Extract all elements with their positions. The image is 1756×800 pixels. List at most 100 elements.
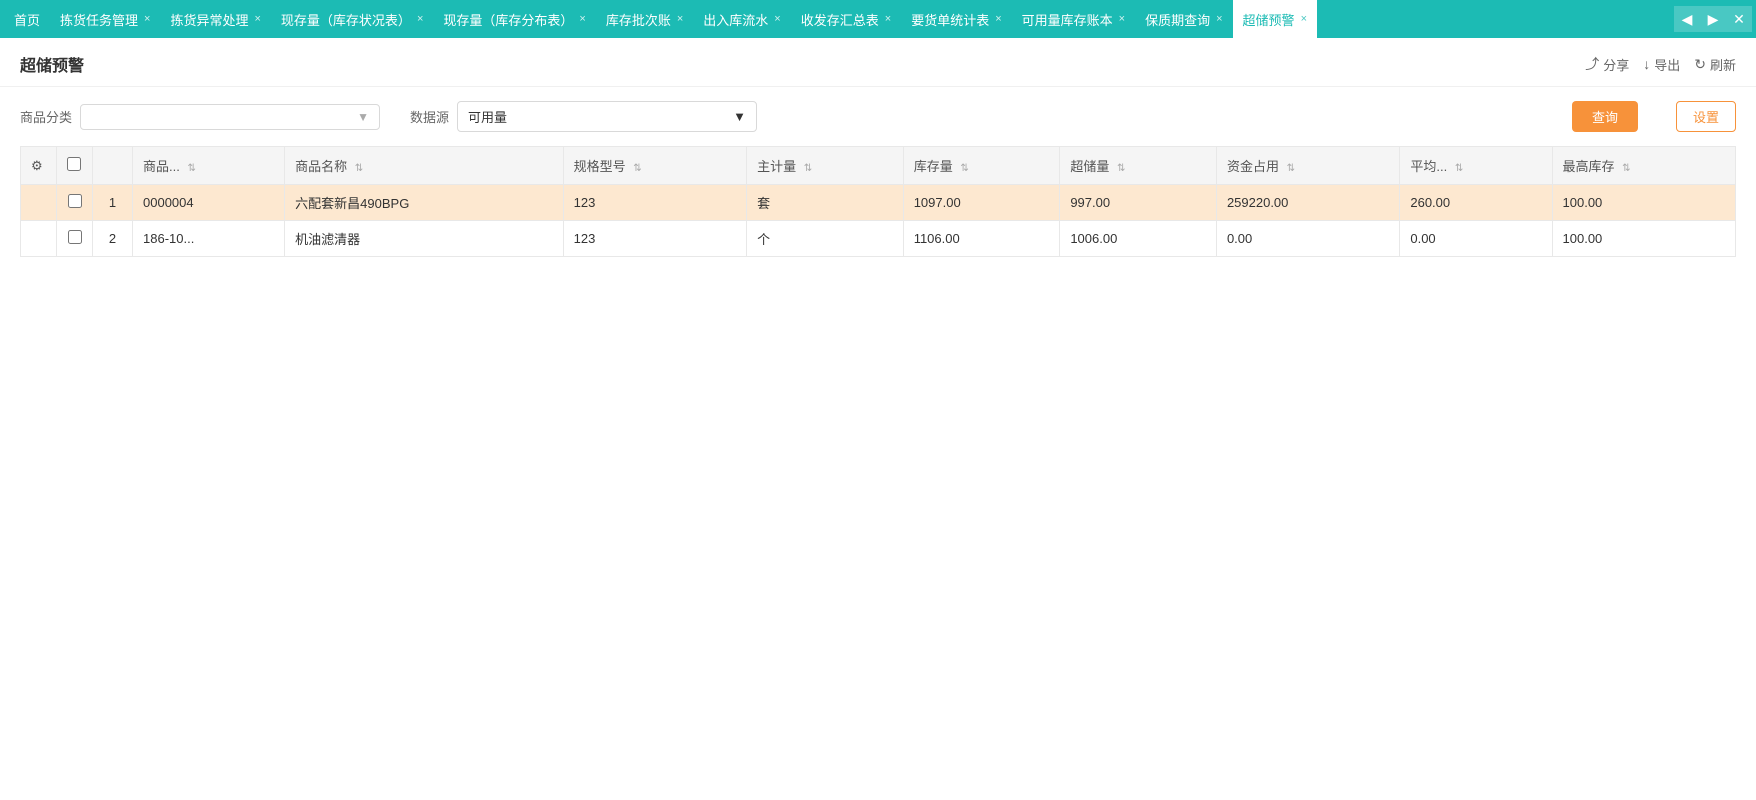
top-navigation: 首页 拣货任务管理 × 拣货异常处理 × 现存量（库存状况表） × 现存量（库存… — [0, 0, 1756, 38]
nav-item-overstock[interactable]: 超储预警 × — [1233, 0, 1317, 38]
table-row: 2 186-10... 机油滤清器 123 个 1106.00 1006.00 … — [21, 221, 1736, 257]
row-product-name-1: 机油滤清器 — [285, 221, 563, 257]
row-spec-1: 123 — [563, 221, 746, 257]
nav-item-abnormal-label: 拣货异常处理 — [170, 10, 248, 29]
nav-item-batch-label: 库存批次账 — [606, 10, 671, 29]
row-product-code-0: 0000004 — [133, 185, 285, 221]
nav-item-abnormal[interactable]: 拣货异常处理 × — [160, 0, 270, 38]
nav-arrows: ◀ ▶ ✕ — [1674, 6, 1752, 32]
category-select[interactable]: ▼ — [80, 104, 380, 130]
nav-close-stock-dist[interactable]: × — [579, 13, 585, 25]
nav-item-available-label: 可用量库存账本 — [1022, 10, 1113, 29]
select-all-checkbox[interactable] — [67, 157, 81, 171]
category-label: 商品分类 — [20, 107, 72, 126]
nav-item-stock-dist[interactable]: 现存量（库存分布表） × — [433, 0, 595, 38]
nav-close-expiry[interactable]: × — [1216, 13, 1222, 25]
col-rownum — [93, 147, 133, 185]
col-overstock[interactable]: 超储量 ⇅ — [1060, 147, 1217, 185]
row-unit-1: 个 — [747, 221, 904, 257]
nav-item-stock-dist-label: 现存量（库存分布表） — [443, 10, 573, 29]
nav-item-expiry-label: 保质期查询 — [1145, 10, 1210, 29]
row-capital-0: 259220.00 — [1216, 185, 1399, 221]
row-gear-0[interactable] — [21, 185, 57, 221]
sort-icon-spec: ⇅ — [633, 163, 641, 174]
row-num-0: 1 — [93, 185, 133, 221]
nav-item-overstock-label: 超储预警 — [1243, 10, 1295, 29]
row-spec-0: 123 — [563, 185, 746, 221]
nav-item-home[interactable]: 首页 — [4, 0, 50, 38]
nav-item-flow[interactable]: 出入库流水 × — [693, 0, 790, 38]
table-header-row: ⚙ 商品... ⇅ 商品名称 ⇅ 规格型号 ⇅ 主计量 ⇅ — [21, 147, 1736, 185]
nav-item-summary[interactable]: 收发存汇总表 × — [791, 0, 901, 38]
sort-icon-max-stock: ⇅ — [1622, 163, 1630, 174]
nav-close-requisition[interactable]: × — [995, 13, 1001, 25]
export-button[interactable]: ↓ 导出 — [1643, 55, 1680, 74]
page-actions: ⤴ 分享 ↓ 导出 ↻ 刷新 — [1585, 54, 1736, 74]
sort-icon-product-name: ⇅ — [355, 163, 363, 174]
nav-close-abnormal[interactable]: × — [254, 13, 260, 25]
row-checkbox-1[interactable] — [68, 230, 82, 244]
refresh-button[interactable]: ↻ 刷新 — [1694, 55, 1736, 74]
nav-item-summary-label: 收发存汇总表 — [801, 10, 879, 29]
nav-item-expiry[interactable]: 保质期查询 × — [1135, 0, 1232, 38]
col-product-code[interactable]: 商品... ⇅ — [133, 147, 285, 185]
sort-icon-overstock: ⇅ — [1117, 163, 1125, 174]
row-overstock-0: 997.00 — [1060, 185, 1217, 221]
row-product-code-1: 186-10... — [133, 221, 285, 257]
datasource-value: 可用量 — [468, 107, 507, 126]
nav-item-available[interactable]: 可用量库存账本 × — [1012, 0, 1135, 38]
nav-close-batch[interactable]: × — [677, 13, 683, 25]
refresh-icon: ↻ — [1694, 56, 1706, 73]
row-checkbox-cell-0 — [57, 185, 93, 221]
nav-item-requisition-label: 要货单统计表 — [911, 10, 989, 29]
share-label: 分享 — [1603, 55, 1629, 74]
query-button[interactable]: 查询 — [1572, 101, 1638, 132]
row-product-name-0: 六配套新昌490BPG — [285, 185, 563, 221]
share-icon: ⤴ — [1585, 54, 1599, 74]
nav-arrow-right[interactable]: ▶ — [1700, 6, 1726, 32]
col-stock[interactable]: 库存量 ⇅ — [903, 147, 1060, 185]
settings-button[interactable]: 设置 — [1676, 101, 1736, 132]
table-row: 1 0000004 六配套新昌490BPG 123 套 1097.00 997.… — [21, 185, 1736, 221]
row-gear-1[interactable] — [21, 221, 57, 257]
row-num-1: 2 — [93, 221, 133, 257]
sort-icon-avg: ⇅ — [1455, 163, 1463, 174]
col-gear[interactable]: ⚙ — [21, 147, 57, 185]
nav-item-stock-status[interactable]: 现存量（库存状况表） × — [271, 0, 433, 38]
nav-item-batch[interactable]: 库存批次账 × — [596, 0, 693, 38]
col-unit[interactable]: 主计量 ⇅ — [747, 147, 904, 185]
nav-item-requisition[interactable]: 要货单统计表 × — [901, 0, 1011, 38]
nav-close-stock-status[interactable]: × — [417, 13, 423, 25]
nav-arrow-left[interactable]: ◀ — [1674, 6, 1700, 32]
nav-close-overstock[interactable]: × — [1301, 13, 1307, 25]
nav-close-summary[interactable]: × — [885, 13, 891, 25]
row-avg-1: 0.00 — [1400, 221, 1552, 257]
page-title: 超储预警 — [20, 52, 84, 76]
nav-item-stock-status-label: 现存量（库存状况表） — [281, 10, 411, 29]
datasource-select[interactable]: 可用量 ▼ — [457, 101, 757, 132]
row-avg-0: 260.00 — [1400, 185, 1552, 221]
table-body: 1 0000004 六配套新昌490BPG 123 套 1097.00 997.… — [21, 185, 1736, 257]
table-container: ⚙ 商品... ⇅ 商品名称 ⇅ 规格型号 ⇅ 主计量 ⇅ — [0, 146, 1756, 257]
nav-item-task-label: 拣货任务管理 — [60, 10, 138, 29]
share-button[interactable]: ⤴ 分享 — [1585, 54, 1629, 74]
nav-item-flow-label: 出入库流水 — [703, 10, 768, 29]
nav-close-flow[interactable]: × — [774, 13, 780, 25]
nav-close-available[interactable]: × — [1119, 13, 1125, 25]
row-stock-1: 1106.00 — [903, 221, 1060, 257]
row-overstock-1: 1006.00 — [1060, 221, 1217, 257]
col-spec[interactable]: 规格型号 ⇅ — [563, 147, 746, 185]
col-avg[interactable]: 平均... ⇅ — [1400, 147, 1552, 185]
col-product-name[interactable]: 商品名称 ⇅ — [285, 147, 563, 185]
nav-close-task[interactable]: × — [144, 13, 150, 25]
page-header: 超储预警 ⤴ 分享 ↓ 导出 ↻ 刷新 — [0, 38, 1756, 87]
nav-item-task[interactable]: 拣货任务管理 × — [50, 0, 160, 38]
nav-item-home-label: 首页 — [14, 10, 40, 29]
row-checkbox-0[interactable] — [68, 194, 82, 208]
col-max-stock[interactable]: 最高库存 ⇅ — [1552, 147, 1735, 185]
nav-arrow-close-all[interactable]: ✕ — [1726, 6, 1752, 32]
col-capital[interactable]: 资金占用 ⇅ — [1216, 147, 1399, 185]
datasource-label: 数据源 — [410, 107, 449, 126]
data-table: ⚙ 商品... ⇅ 商品名称 ⇅ 规格型号 ⇅ 主计量 ⇅ — [20, 146, 1736, 257]
row-checkbox-cell-1 — [57, 221, 93, 257]
